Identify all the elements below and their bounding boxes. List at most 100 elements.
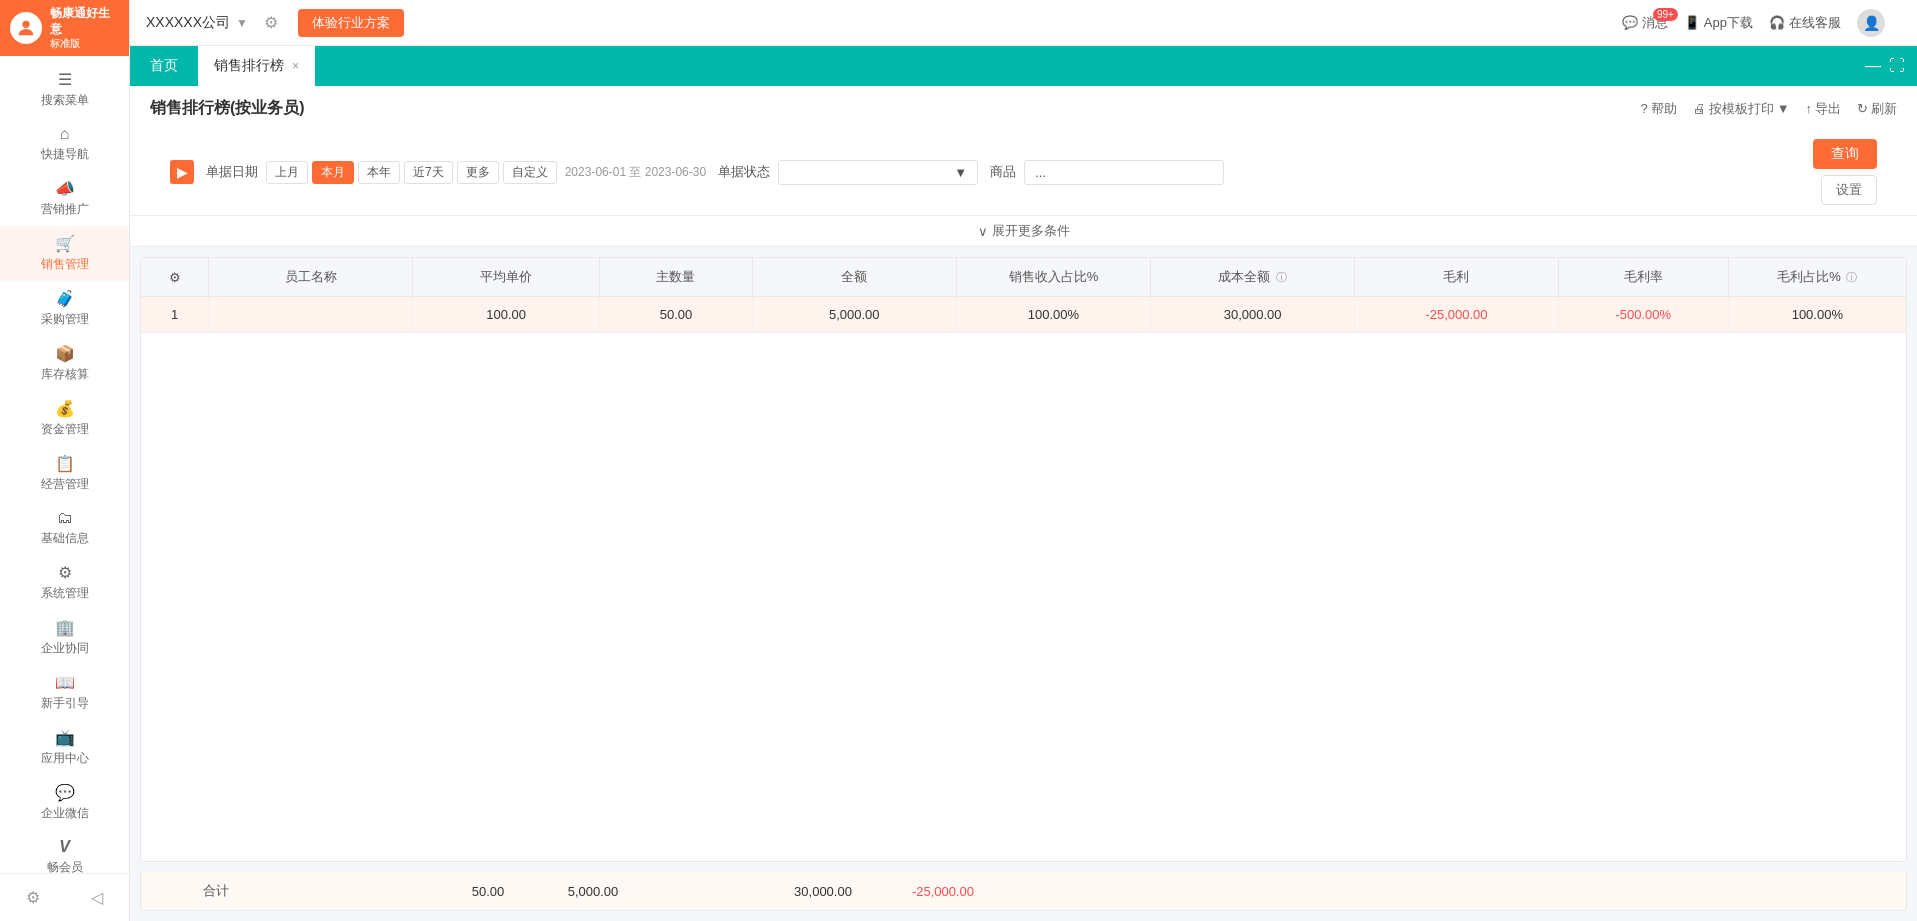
purchase-icon: 🧳: [55, 289, 75, 308]
td-index: 1: [141, 297, 209, 333]
settings-button[interactable]: 设置: [1821, 175, 1877, 205]
member-icon: V: [59, 838, 70, 856]
sidebar-item-inventory[interactable]: 📦 库存核算: [0, 336, 129, 391]
tab-close-icon[interactable]: ×: [292, 59, 299, 73]
td-gross: -25,000.00: [1355, 297, 1559, 333]
th-gross: 毛利: [1355, 258, 1559, 297]
sidebar-item-wechat[interactable]: 💬 企业微信: [0, 775, 129, 830]
online-support-button[interactable]: 🎧 在线客服: [1769, 14, 1841, 32]
tab-minimize-button[interactable]: —: [1865, 57, 1881, 75]
sidebar-item-sales[interactable]: 🛒 销售管理: [0, 226, 129, 281]
logo-icon: [10, 12, 42, 44]
status-select-arrow: ▼: [954, 165, 967, 180]
table-header-row: ⚙ 员工名称 平均单价 主数量 全额: [141, 258, 1906, 297]
topbar-actions: 💬 消息 99+ 📱 App下载 🎧 在线客服 👤: [1622, 9, 1901, 37]
footer-amount: 5,000.00: [533, 884, 653, 899]
date-this-month-button[interactable]: 本月: [312, 161, 354, 184]
filter-toggle-button[interactable]: ▶: [170, 160, 194, 184]
sidebar-logo: 畅康通好生意 标准版: [0, 0, 129, 56]
sidebar-item-member[interactable]: V 畅会员: [0, 830, 129, 873]
th-avg-price: 平均单价: [413, 258, 600, 297]
page-header: 销售排行榜(按业务员) ? 帮助 🖨 按模板打印 ▼ ↑ 导出: [130, 86, 1917, 216]
date-filter-group: 单据日期 上月 本月 本年 近7天 更多 自定义 2023-06-01 至 20…: [206, 161, 706, 184]
status-filter-label: 单据状态: [718, 163, 770, 181]
print-icon: 🖨: [1693, 101, 1706, 116]
th-main-qty: 主数量: [600, 258, 753, 297]
date-range-buttons: 上月 本月 本年 近7天 更多 自定义: [266, 161, 557, 184]
export-icon: ↑: [1806, 101, 1813, 116]
date-range-text: 2023-06-01 至 2023-06-30: [565, 164, 706, 181]
sidebar-item-search-order[interactable]: ☰ 搜索菜单: [0, 62, 129, 117]
svg-point-0: [22, 21, 29, 28]
print-button[interactable]: 🖨 按模板打印 ▼: [1693, 100, 1790, 118]
sidebar-item-enterprise[interactable]: 🏢 企业协同: [0, 610, 129, 665]
th-sales-pct: 销售收入占比%: [956, 258, 1151, 297]
filter-buttons: 查询 设置: [1813, 139, 1877, 205]
sidebar-item-finance[interactable]: 💰 资金管理: [0, 391, 129, 446]
trial-button[interactable]: 体验行业方案: [298, 9, 404, 37]
td-sales-pct: 100.00%: [956, 297, 1151, 333]
td-avg-price: 100.00: [413, 297, 600, 333]
content-area: 销售排行榜(按业务员) ? 帮助 🖨 按模板打印 ▼ ↑ 导出: [130, 86, 1917, 921]
footer-label: 合计: [153, 882, 333, 900]
sidebar-item-base-info[interactable]: 🗂 基础信息: [0, 501, 129, 555]
tab-maximize-button[interactable]: ⛶: [1889, 57, 1905, 75]
tabbar-actions: — ⛶: [1865, 57, 1917, 75]
app-download-label: App下载: [1704, 14, 1753, 32]
sidebar-settings-button[interactable]: ⚙: [22, 884, 44, 911]
sidebar-collapse-button[interactable]: ◁: [87, 884, 107, 911]
avatar[interactable]: 👤: [1857, 9, 1885, 37]
sidebar-item-purchase[interactable]: 🧳 采购管理: [0, 281, 129, 336]
app-download-icon: 📱: [1684, 15, 1700, 30]
topbar-gear-icon[interactable]: ⚙: [264, 13, 278, 32]
page-title: 销售排行榜(按业务员): [150, 98, 305, 119]
date-this-year-button[interactable]: 本年: [358, 161, 400, 184]
sidebar-item-app-center[interactable]: 📺 应用中心: [0, 720, 129, 775]
status-select[interactable]: ▼: [778, 160, 978, 185]
sidebar-item-quick-nav[interactable]: ⌂ 快捷导航: [0, 117, 129, 171]
expand-row: ∨ 展开更多条件: [130, 216, 1917, 247]
sidebar: 畅康通好生意 标准版 ☰ 搜索菜单 ⌂ 快捷导航 📣 营销推广 🛒 销售管理 🧳…: [0, 0, 130, 921]
date-more-button[interactable]: 更多: [457, 161, 499, 184]
sidebar-footer: ⚙ ◁: [0, 873, 129, 921]
table-container: ⚙ 员工名称 平均单价 主数量 全额: [140, 257, 1907, 862]
query-button[interactable]: 查询: [1813, 139, 1877, 169]
message-button[interactable]: 💬 消息 99+: [1622, 14, 1668, 32]
chevron-down-icon: ∨: [978, 224, 988, 239]
expand-more-button[interactable]: ∨ 展开更多条件: [978, 222, 1070, 240]
base-info-icon: 🗂: [57, 509, 73, 527]
goods-filter-group: 商品 ...: [990, 160, 1224, 185]
online-support-label: 在线客服: [1789, 14, 1841, 32]
company-dropdown-icon: ▼: [236, 16, 248, 30]
th-amount: 全额: [752, 258, 956, 297]
export-button[interactable]: ↑ 导出: [1806, 100, 1842, 118]
main-area: XXXXXX公司 ▼ ⚙ 体验行业方案 💬 消息 99+ 📱 App下载 🎧 在…: [130, 0, 1917, 921]
tab-sales-ranking[interactable]: 销售排行榜 ×: [198, 46, 315, 86]
company-name: XXXXXX公司: [146, 14, 230, 32]
help-icon: ?: [1640, 101, 1647, 116]
sidebar-item-operation[interactable]: 📋 经营管理: [0, 446, 129, 501]
sales-ranking-table: ⚙ 员工名称 平均单价 主数量 全额: [141, 258, 1906, 333]
gpct-info-icon: ⓘ: [1846, 271, 1857, 283]
table-footer: 合计 50.00 5,000.00 30,000.00 -25,000.00: [140, 872, 1907, 911]
goods-select[interactable]: ...: [1024, 160, 1224, 185]
filter-row: ▶ 单据日期 上月 本月 本年 近7天 更多 自定义 2023-06-01 至 …: [150, 131, 1897, 215]
th-employee-name: 员工名称: [209, 258, 413, 297]
th-gross-rate: 毛利率: [1558, 258, 1728, 297]
date-prev-month-button[interactable]: 上月: [266, 161, 308, 184]
refresh-button[interactable]: ↻ 刷新: [1857, 100, 1897, 118]
td-employee-name: [209, 297, 413, 333]
app-download-button[interactable]: 📱 App下载: [1684, 14, 1753, 32]
sidebar-item-marketing[interactable]: 📣 营销推广: [0, 171, 129, 226]
date-7days-button[interactable]: 近7天: [404, 161, 453, 184]
sidebar-item-guide[interactable]: 📖 新手引导: [0, 665, 129, 720]
help-button[interactable]: ? 帮助: [1640, 100, 1676, 118]
tab-home[interactable]: 首页: [130, 46, 198, 86]
td-main-qty: 50.00: [600, 297, 753, 333]
company-selector[interactable]: XXXXXX公司 ▼: [146, 14, 248, 32]
logo-text: 畅康通好生意 标准版: [50, 6, 119, 50]
date-custom-button[interactable]: 自定义: [503, 161, 557, 184]
sidebar-item-system[interactable]: ⚙ 系统管理: [0, 555, 129, 610]
guide-icon: 📖: [55, 673, 75, 692]
print-dropdown-icon: ▼: [1777, 101, 1790, 116]
